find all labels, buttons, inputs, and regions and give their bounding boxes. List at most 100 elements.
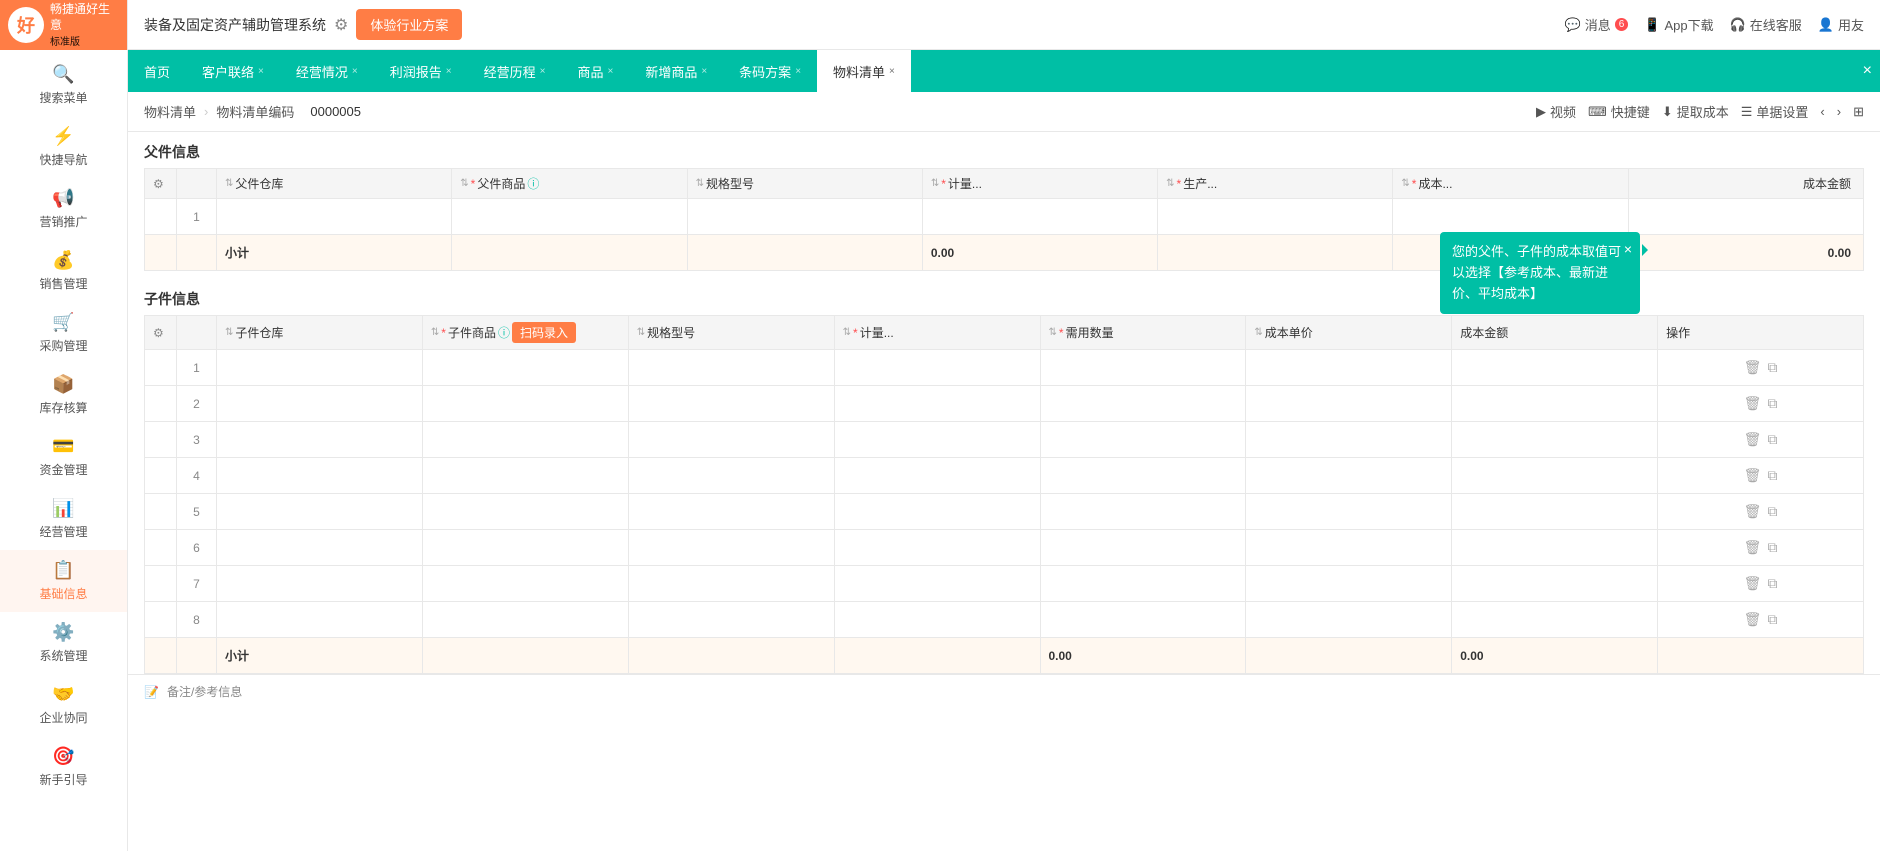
parent-row-unit[interactable]: [922, 199, 1157, 235]
sidebar-item-search[interactable]: 🔍 搜索菜单: [0, 54, 127, 116]
child-row-qty-8[interactable]: [1040, 602, 1246, 638]
app-download-action[interactable]: 📱 App下载: [1644, 15, 1713, 34]
parent-row-product[interactable]: [452, 199, 687, 235]
child-row-warehouse-3[interactable]: [217, 422, 423, 458]
view-action[interactable]: ▶ 视频: [1536, 102, 1576, 121]
sidebar-item-guide[interactable]: 🎯 新手引导: [0, 736, 127, 798]
child-row-warehouse-5[interactable]: [217, 494, 423, 530]
child-row-warehouse-8[interactable]: [217, 602, 423, 638]
child-row-unit-8[interactable]: [834, 602, 1040, 638]
child-row-qty-3[interactable]: [1040, 422, 1246, 458]
copy-icon-5[interactable]: ⧉: [1767, 503, 1777, 520]
sidebar-item-basic-info[interactable]: 📋 基础信息: [0, 550, 127, 612]
child-row-unit-cost-6[interactable]: [1246, 530, 1452, 566]
online-service-action[interactable]: 🎧 在线客服: [1730, 15, 1802, 34]
child-row-product-3[interactable]: [422, 422, 628, 458]
sidebar-item-sales[interactable]: 💰 销售管理: [0, 240, 127, 302]
parent-settings-icon[interactable]: ⚙: [153, 177, 164, 191]
child-row-unit-3[interactable]: [834, 422, 1040, 458]
child-row-unit-1[interactable]: [834, 350, 1040, 386]
close-all-tabs[interactable]: ×: [1855, 62, 1880, 80]
child-row-unit-4[interactable]: [834, 458, 1040, 494]
parent-row-warehouse[interactable]: [217, 199, 452, 235]
sidebar-item-purchase[interactable]: 🛒 采购管理: [0, 302, 127, 364]
child-row-unit-2[interactable]: [834, 386, 1040, 422]
tab-bom[interactable]: 物料清单 ×: [817, 50, 911, 92]
child-row-warehouse-4[interactable]: [217, 458, 423, 494]
child-row-unit-cost-5[interactable]: [1246, 494, 1452, 530]
copy-icon-1[interactable]: ⧉: [1767, 359, 1777, 376]
sidebar-item-marketing[interactable]: 📢 营销推广: [0, 178, 127, 240]
sidebar-item-quick-nav[interactable]: ⚡ 快捷导航: [0, 116, 127, 178]
sidebar-item-enterprise[interactable]: 🤝 企业协同: [0, 674, 127, 736]
trial-btn[interactable]: 体验行业方案: [356, 9, 462, 40]
tab-history[interactable]: 经营历程 ×: [468, 50, 562, 92]
tab-product[interactable]: 商品 ×: [561, 50, 629, 92]
parent-row-produce[interactable]: [1158, 199, 1393, 235]
shortcut-action[interactable]: ⌨ 快捷键: [1588, 102, 1650, 121]
expand-action[interactable]: ⊞: [1853, 104, 1864, 120]
copy-icon-4[interactable]: ⧉: [1767, 467, 1777, 484]
copy-icon-3[interactable]: ⧉: [1767, 431, 1777, 448]
delete-icon-7[interactable]: 🗑: [1744, 575, 1762, 592]
child-row-warehouse-7[interactable]: [217, 566, 423, 602]
child-row-spec-1[interactable]: [628, 350, 834, 386]
settings-action[interactable]: ☰ 单据设置: [1741, 102, 1809, 121]
child-row-unit-6[interactable]: [834, 530, 1040, 566]
child-settings-icon[interactable]: ⚙: [153, 326, 164, 340]
breadcrumb-item1[interactable]: 物料清单: [144, 102, 196, 121]
tab-bom-close[interactable]: ×: [889, 66, 895, 77]
delete-icon-3[interactable]: 🗑: [1744, 431, 1762, 448]
sidebar-item-inventory[interactable]: 📦 库存核算: [0, 364, 127, 426]
child-row-spec-4[interactable]: [628, 458, 834, 494]
tab-operations-close[interactable]: ×: [352, 66, 358, 77]
child-row-product-7[interactable]: [422, 566, 628, 602]
parent-row-cost[interactable]: [1393, 199, 1628, 235]
copy-icon-2[interactable]: ⧉: [1767, 395, 1777, 412]
scan-btn[interactable]: 扫码录入: [512, 322, 576, 343]
child-row-spec-2[interactable]: [628, 386, 834, 422]
tab-profit-close[interactable]: ×: [446, 66, 452, 77]
child-row-spec-7[interactable]: [628, 566, 834, 602]
child-row-product-6[interactable]: [422, 530, 628, 566]
child-row-unit-cost-1[interactable]: [1246, 350, 1452, 386]
user-action[interactable]: 👤 用友: [1818, 15, 1864, 34]
tab-barcode-close[interactable]: ×: [795, 66, 801, 77]
child-row-product-4[interactable]: [422, 458, 628, 494]
sidebar-item-operations[interactable]: 📊 经营管理: [0, 488, 127, 550]
next-action[interactable]: ›: [1837, 104, 1841, 119]
child-row-product-2[interactable]: [422, 386, 628, 422]
child-row-qty-1[interactable]: [1040, 350, 1246, 386]
child-row-qty-2[interactable]: [1040, 386, 1246, 422]
child-row-qty-5[interactable]: [1040, 494, 1246, 530]
delete-icon-6[interactable]: 🗑: [1744, 539, 1762, 556]
prev-action[interactable]: ‹: [1820, 104, 1824, 119]
tab-history-close[interactable]: ×: [540, 66, 546, 77]
tab-operations[interactable]: 经营情况 ×: [280, 50, 374, 92]
settings-icon[interactable]: ⚙: [334, 15, 348, 35]
child-row-unit-7[interactable]: [834, 566, 1040, 602]
child-row-unit-cost-7[interactable]: [1246, 566, 1452, 602]
tab-profit[interactable]: 利润报告 ×: [374, 50, 468, 92]
child-row-qty-7[interactable]: [1040, 566, 1246, 602]
child-row-unit-cost-2[interactable]: [1246, 386, 1452, 422]
child-row-qty-6[interactable]: [1040, 530, 1246, 566]
tooltip-close-btn[interactable]: ×: [1624, 238, 1632, 260]
child-row-unit-cost-4[interactable]: [1246, 458, 1452, 494]
child-row-spec-6[interactable]: [628, 530, 834, 566]
delete-icon-4[interactable]: 🗑: [1744, 467, 1762, 484]
sidebar-item-system[interactable]: ⚙️ 系统管理: [0, 612, 127, 674]
parent-th-settings[interactable]: ⚙: [145, 169, 177, 199]
child-row-warehouse-6[interactable]: [217, 530, 423, 566]
tab-customer-close[interactable]: ×: [258, 66, 264, 77]
sidebar-item-finance[interactable]: 💳 资金管理: [0, 426, 127, 488]
child-row-warehouse-2[interactable]: [217, 386, 423, 422]
copy-icon-8[interactable]: ⧉: [1767, 611, 1777, 628]
delete-icon-2[interactable]: 🗑: [1744, 395, 1762, 412]
child-row-product-1[interactable]: [422, 350, 628, 386]
tab-barcode[interactable]: 条码方案 ×: [723, 50, 817, 92]
tab-new-product-close[interactable]: ×: [701, 66, 707, 77]
tab-home[interactable]: 首页: [128, 50, 186, 92]
parent-row-spec[interactable]: [687, 199, 922, 235]
delete-icon-5[interactable]: 🗑: [1744, 503, 1762, 520]
